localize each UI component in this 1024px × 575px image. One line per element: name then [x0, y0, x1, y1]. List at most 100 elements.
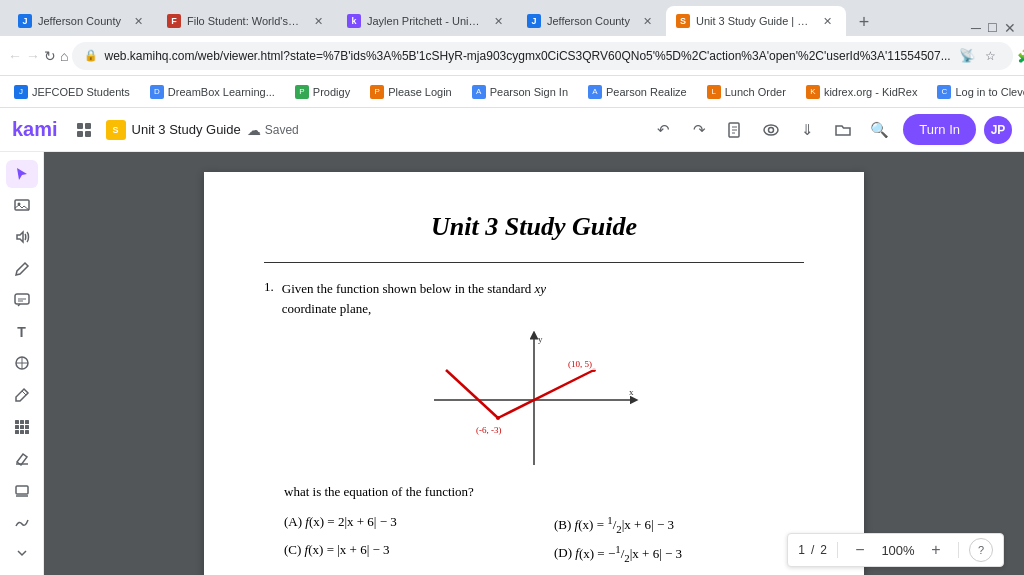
redo-button[interactable]: ↷ [683, 114, 715, 146]
kami-toolbar: kami S Unit 3 Study Guide ☁ Saved ↶ ↷ [0, 108, 1024, 152]
question-number: 1. [264, 279, 274, 318]
graph-container: x y [264, 330, 804, 470]
address-bar-row: ← → ↻ ⌂ 🔒 web.kamihq.com/web/viewer.html… [0, 36, 1024, 76]
total-pages: 2 [820, 543, 827, 557]
sidebar-select-tool[interactable] [6, 160, 38, 188]
bookmark-clever[interactable]: C Log in to Clever [931, 81, 1024, 103]
sidebar-pen-tool[interactable] [6, 381, 38, 409]
reload-button[interactable]: ↻ [44, 42, 56, 70]
sidebar-apps-tool[interactable] [6, 413, 38, 441]
svg-rect-27 [25, 430, 29, 434]
kami-doc-title: Unit 3 Study Guide [132, 122, 241, 137]
tab-close-3[interactable]: ✕ [491, 13, 507, 29]
bookmark-prodigy-label: Prodigy [313, 86, 350, 98]
tab-jefferson-county-1[interactable]: J Jefferson County ✕ [8, 6, 157, 36]
bookmark-pearson-signin[interactable]: A Pearson Sign In [466, 81, 574, 103]
sidebar-shape-tool[interactable] [6, 350, 38, 378]
svg-rect-19 [15, 420, 19, 424]
question-1: 1. Given the function shown below in the… [264, 279, 804, 318]
kami-saved-label: Saved [265, 123, 299, 137]
star-icon[interactable]: ☆ [981, 46, 1001, 66]
bookmark-kidrex[interactable]: K kidrex.org - KidRex [800, 81, 924, 103]
folder-button[interactable] [827, 114, 859, 146]
minimize-button[interactable]: ─ [971, 20, 981, 36]
kami-logo[interactable]: kami [12, 118, 58, 141]
answer-e: (E) f(x) = 1/2|x − 6| − 3 [284, 571, 804, 575]
address-bar[interactable]: 🔒 web.kamihq.com/web/viewer.html?state=%… [72, 42, 1012, 70]
bookmark-jefcoed[interactable]: J JEFCOED Students [8, 81, 136, 103]
answer-c-formula-text: (x) = |x + 6| − 3 [308, 542, 389, 557]
sidebar-text-tool[interactable]: T [6, 318, 38, 346]
tab-close-5[interactable]: ✕ [820, 13, 836, 29]
undo-button[interactable]: ↶ [647, 114, 679, 146]
answers-grid: (A) f(x) = 2|x + 6| − 3 (B) f(x) = 1/2|x… [284, 514, 804, 576]
home-button[interactable]: ⌂ [60, 42, 68, 70]
turn-in-button[interactable]: Turn In [903, 114, 976, 145]
kami-grid-button[interactable] [70, 116, 98, 144]
bookmark-pearson-signin-label: Pearson Sign In [490, 86, 568, 98]
view-button[interactable] [755, 114, 787, 146]
tab-title-1: Jefferson County [38, 15, 121, 27]
answer-c: (C) f(x) = |x + 6| − 3 [284, 542, 534, 563]
tab-jefferson-county-2[interactable]: J Jefferson County ✕ [517, 6, 666, 36]
equation-question: what is the equation of the function? [284, 482, 804, 502]
svg-text:y: y [538, 334, 543, 344]
bookmark-prodigy[interactable]: P Prodigy [289, 81, 356, 103]
current-page: 1 [798, 543, 805, 557]
svg-point-37 [496, 416, 500, 420]
zoom-out-button[interactable]: − [848, 538, 872, 562]
svg-rect-25 [15, 430, 19, 434]
sidebar-expand-button[interactable] [6, 539, 38, 567]
forward-button[interactable]: → [26, 42, 40, 70]
kami-tools: ↶ ↷ ⇓ 🔍 [647, 114, 895, 146]
answer-d-formula-text: (x) = −1/2|x + 6| − 3 [579, 546, 682, 561]
tab-close-4[interactable]: ✕ [640, 13, 656, 29]
back-button[interactable]: ← [8, 42, 22, 70]
bookmark-dreambox-label: DreamBox Learning... [168, 86, 275, 98]
bookmark-please-login-label: Please Login [388, 86, 452, 98]
user-avatar[interactable]: JP [984, 116, 1012, 144]
sidebar-comment-tool[interactable] [6, 286, 38, 314]
tab-close-1[interactable]: ✕ [131, 13, 147, 29]
svg-rect-1 [85, 123, 91, 129]
kami-doc-info: S Unit 3 Study Guide ☁ Saved [106, 120, 640, 140]
address-icons: 📡 ☆ [957, 46, 1001, 66]
answer-c-label: (C) [284, 542, 305, 557]
tab-filo-student[interactable]: F Filo Student: World's Only Li... ✕ [157, 6, 337, 36]
zoom-in-button[interactable]: + [924, 538, 948, 562]
sidebar-signature-tool[interactable] [6, 508, 38, 536]
close-window-button[interactable]: ✕ [1004, 20, 1016, 36]
sidebar-image-tool[interactable] [6, 192, 38, 220]
bookmark-pearson-realize[interactable]: A Pearson Realize [582, 81, 693, 103]
sidebar-draw-tool[interactable] [6, 255, 38, 283]
tab-jaylen-pritchett[interactable]: k Jaylen Pritchett - Unit 3 Stud... ✕ [337, 6, 517, 36]
bookmark-lunch-order[interactable]: L Lunch Order [701, 81, 792, 103]
svg-rect-21 [25, 420, 29, 424]
cast-icon[interactable]: 📡 [957, 46, 977, 66]
address-text: web.kamihq.com/web/viewer.html?state=%7B… [104, 49, 950, 63]
sidebar-tts-tool[interactable] [6, 223, 38, 251]
tab-close-2[interactable]: ✕ [311, 13, 327, 29]
bookmark-please-login[interactable]: P Please Login [364, 81, 458, 103]
tab-title-5: Unit 3 Study Guide | Schoolo... [696, 15, 810, 27]
svg-rect-23 [20, 425, 24, 429]
document-button[interactable] [719, 114, 751, 146]
new-tab-button[interactable]: + [850, 8, 878, 36]
question-text-2: coordinate plane, [282, 301, 372, 316]
svg-line-35 [498, 370, 594, 418]
svg-point-9 [769, 127, 774, 132]
help-button[interactable]: ? [969, 538, 993, 562]
svg-rect-24 [25, 425, 29, 429]
bookmark-dreambox[interactable]: D DreamBox Learning... [144, 81, 281, 103]
search-button[interactable]: 🔍 [863, 114, 895, 146]
sidebar-highlight-tool[interactable] [6, 476, 38, 504]
download-button[interactable]: ⇓ [791, 114, 823, 146]
svg-rect-22 [15, 425, 19, 429]
tab-title-2: Filo Student: World's Only Li... [187, 15, 301, 27]
pdf-viewer[interactable]: Unit 3 Study Guide 1. Given the function… [44, 152, 1024, 575]
sidebar-erase-tool[interactable] [6, 444, 38, 472]
maximize-button[interactable]: ☐ [987, 21, 998, 35]
extensions-button[interactable]: 🧩 [1017, 42, 1024, 70]
answer-b-formula-text: (x) = 1/2|x + 6| − 3 [578, 517, 674, 532]
tab-unit3-study-guide[interactable]: S Unit 3 Study Guide | Schoolo... ✕ [666, 6, 846, 36]
